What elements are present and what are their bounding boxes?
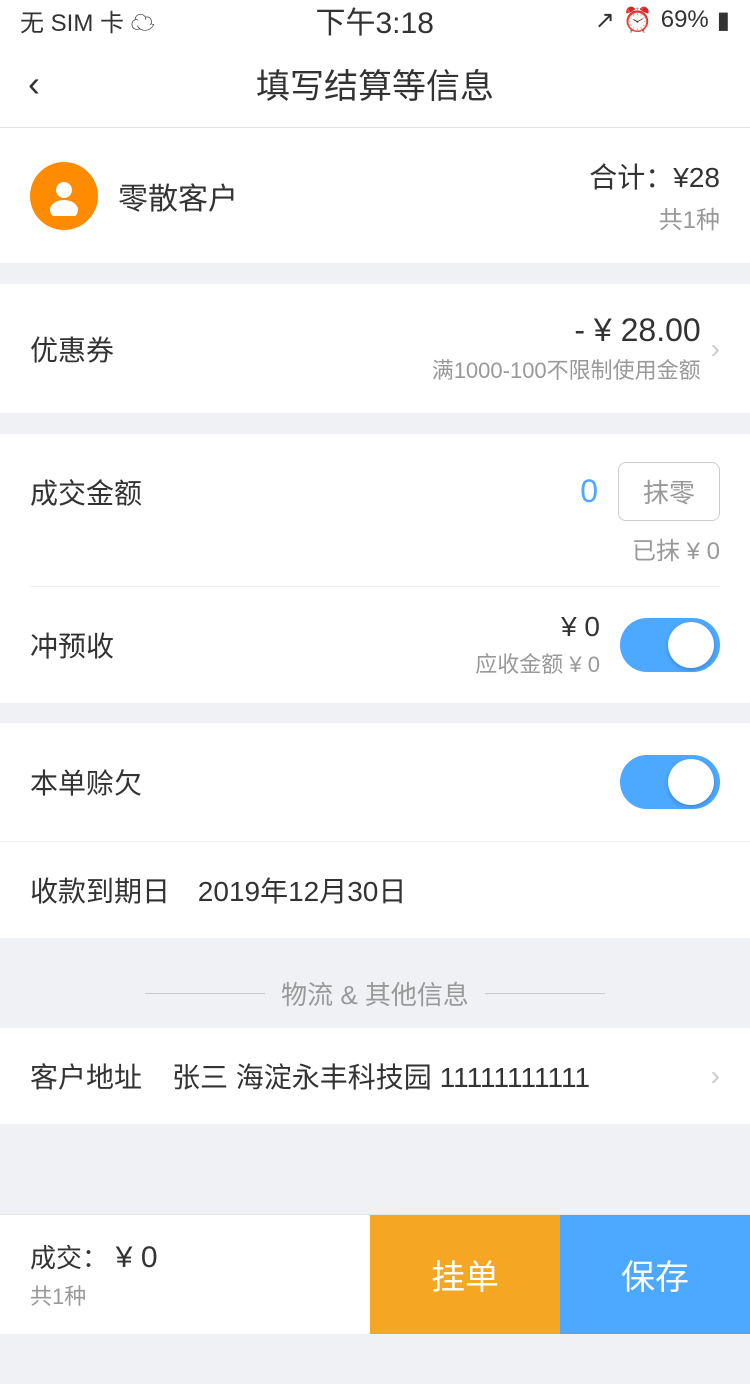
debt-label: 本单赊欠 (30, 762, 142, 802)
content-area: 零散客户 合计：¥28 共1种 优惠券 - ¥ 28.00 满1000-100不… (0, 128, 750, 1384)
status-left: 无 SIM 卡 ☁ (20, 3, 155, 38)
alarm-icon: ⏰ (623, 6, 653, 35)
customer-row[interactable]: 零散客户 合计：¥28 共1种 (0, 128, 750, 264)
customer-info-right: 合计：¥28 共1种 (589, 156, 720, 235)
bottom-deal-amount: ¥ 0 (116, 1241, 158, 1274)
prepay-sub: 应收金额 ¥ 0 (475, 647, 600, 679)
deal-amount-value[interactable]: 0 (580, 473, 598, 510)
due-date-label: 收款到期日 (30, 876, 170, 907)
battery-icon: ▮ (717, 6, 730, 35)
debt-toggle-knob (668, 759, 714, 805)
status-time: 下午3:18 (316, 0, 434, 42)
customer-name: 零散客户 (118, 174, 238, 218)
bottom-bar: 成交： ¥ 0 共1种 挂单 保存 (0, 1214, 750, 1334)
customer-left: 零散客户 (30, 162, 238, 230)
address-section: 客户地址 张三 海淀永丰科技园 11111111111 › (0, 1028, 750, 1124)
due-date-row[interactable]: 收款到期日 2019年12月30日 (0, 841, 750, 938)
bottom-deal-label: 成交： (30, 1243, 108, 1273)
deal-row: 成交金额 0 抹零 (0, 434, 750, 531)
address-value: 张三 海淀永丰科技园 11111111111 (172, 1056, 711, 1096)
deal-right: 0 抹零 (580, 462, 720, 521)
bottom-deal-row: 成交： ¥ 0 (30, 1238, 340, 1275)
prepay-row: 冲预收 ¥ 0 应收金额 ¥ 0 (0, 587, 750, 703)
debt-toggle[interactable] (620, 755, 720, 809)
address-chevron-icon: › (711, 1060, 720, 1092)
coupon-info: - ¥ 28.00 满1000-100不限制使用金额 (432, 312, 701, 385)
logistics-title: 物流 & 其他信息 (281, 975, 469, 1012)
no-sim-text: 无 SIM 卡 ☁ (20, 3, 155, 38)
prepay-right: ¥ 0 应收金额 ¥ 0 (475, 611, 720, 679)
address-label: 客户地址 (30, 1056, 142, 1096)
battery-text: 69% (661, 6, 709, 34)
nav-title: 填写结算等信息 (256, 59, 494, 108)
nav-bar: ‹ 填写结算等信息 (0, 40, 750, 128)
prepay-amount: ¥ 0 (475, 611, 600, 643)
customer-avatar (30, 162, 98, 230)
bottom-count: 共1种 (30, 1279, 340, 1311)
location-icon: ↗ (595, 6, 615, 35)
deal-section: 成交金额 0 抹零 已抹 ¥ 0 冲预收 ¥ 0 应收金额 ¥ 0 (0, 434, 750, 703)
coupon-row[interactable]: 优惠券 - ¥ 28.00 满1000-100不限制使用金额 › (0, 284, 750, 414)
coupon-chevron-icon: › (711, 333, 720, 365)
prepay-toggle[interactable] (620, 618, 720, 672)
customer-section: 零散客户 合计：¥28 共1种 (0, 128, 750, 264)
toggle-knob (668, 622, 714, 668)
save-button[interactable]: 保存 (560, 1215, 750, 1334)
debt-section: 本单赊欠 收款到期日 2019年12月30日 (0, 723, 750, 938)
status-right: ↗ ⏰ 69% ▮ (595, 6, 730, 35)
address-row[interactable]: 客户地址 张三 海淀永丰科技园 11111111111 › (0, 1028, 750, 1124)
hold-order-button[interactable]: 挂单 (370, 1215, 560, 1334)
coupon-right: - ¥ 28.00 满1000-100不限制使用金额 › (432, 312, 720, 385)
coupon-desc: 满1000-100不限制使用金额 (432, 353, 701, 385)
debt-row: 本单赊欠 (0, 723, 750, 841)
customer-total: 合计：¥28 (589, 156, 720, 196)
prepay-info: ¥ 0 应收金额 ¥ 0 (475, 611, 600, 679)
status-bar: 无 SIM 卡 ☁ 下午3:18 ↗ ⏰ 69% ▮ (0, 0, 750, 40)
logistics-right-divider (485, 993, 605, 994)
coupon-section: 优惠券 - ¥ 28.00 满1000-100不限制使用金额 › (0, 284, 750, 414)
back-button[interactable]: ‹ (28, 63, 40, 105)
due-date-value: 2019年12月30日 (198, 876, 407, 907)
coupon-discount: - ¥ 28.00 (432, 312, 701, 349)
bottom-info: 成交： ¥ 0 共1种 (0, 1215, 370, 1334)
customer-count: 共1种 (589, 200, 720, 235)
logistics-header: 物流 & 其他信息 (0, 958, 750, 1028)
coupon-label: 优惠券 (30, 329, 114, 369)
deal-amount-label: 成交金额 (30, 472, 142, 512)
round-zero-button[interactable]: 抹零 (618, 462, 720, 521)
prepay-label: 冲预收 (30, 625, 114, 665)
logistics-left-divider (145, 993, 265, 994)
deal-sub-text: 已抹 ¥ 0 (0, 531, 750, 586)
